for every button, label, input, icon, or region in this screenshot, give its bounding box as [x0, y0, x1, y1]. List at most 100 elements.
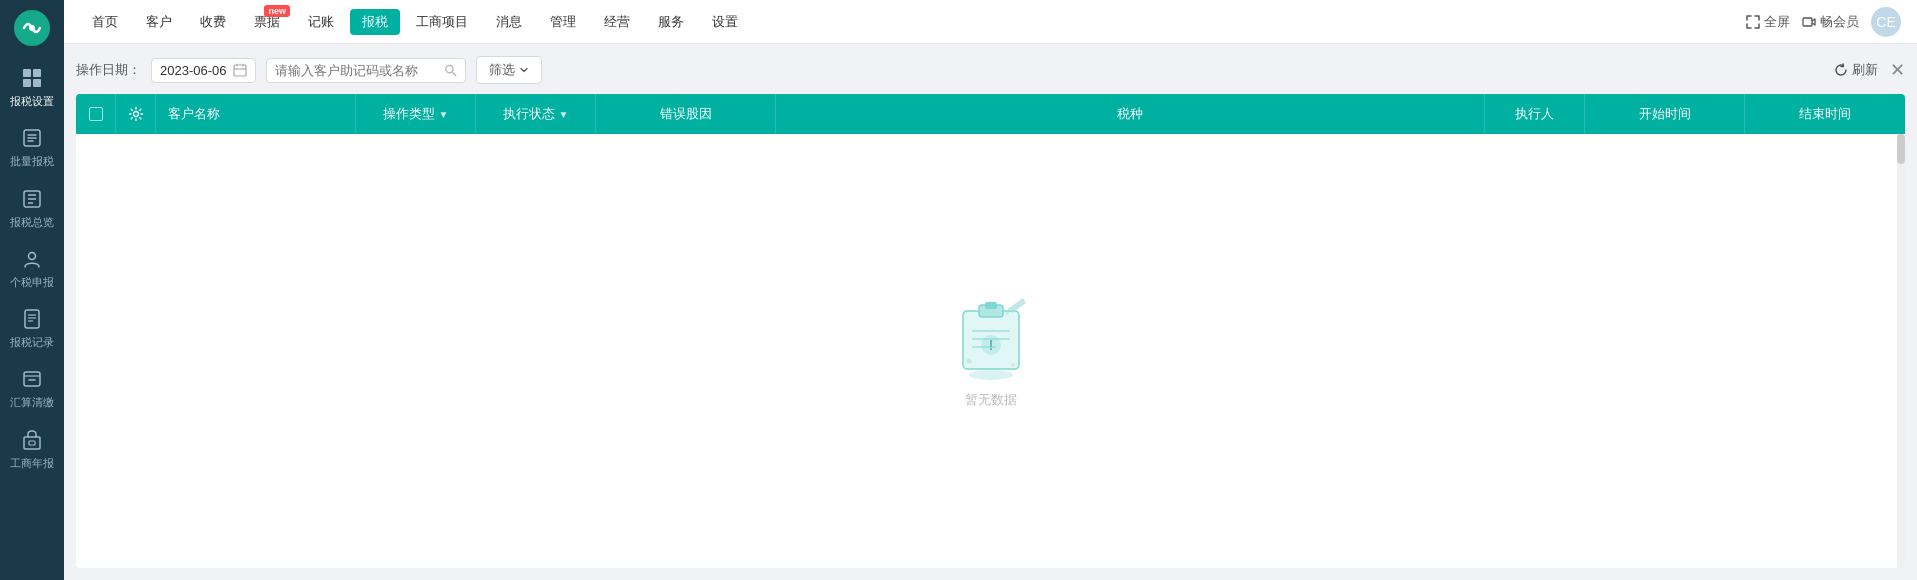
sort-icon: ▼ — [559, 109, 569, 120]
tax-overview-icon — [18, 185, 46, 213]
sort-icon: ▼ — [439, 109, 449, 120]
sidebar-item-label: 批量报税 — [10, 154, 54, 168]
settings-icon — [128, 106, 144, 122]
settlement-icon — [18, 365, 46, 393]
svg-rect-5 — [33, 79, 41, 87]
sidebar-item-label: 报税设置 — [10, 94, 54, 108]
svg-rect-3 — [33, 69, 41, 77]
nav-settings[interactable]: 设置 — [700, 9, 750, 35]
svg-rect-23 — [29, 441, 35, 445]
toolbar: 操作日期： 2023-06-06 筛选 — [76, 56, 1905, 84]
sidebar-item-label: 报税记录 — [10, 335, 54, 349]
sidebar-item-tax-settings[interactable]: 报税设置 — [0, 56, 64, 116]
fullscreen-button[interactable]: 全屏 — [1746, 13, 1790, 31]
user-avatar[interactable]: CE — [1871, 7, 1901, 37]
search-box[interactable] — [266, 58, 466, 83]
fullscreen-icon — [1746, 15, 1760, 29]
nav-right: 全屏 畅会员 CE — [1746, 7, 1901, 37]
sidebar-item-tax-overview[interactable]: 报税总览 — [0, 177, 64, 237]
nav-billing[interactable]: 收费 — [188, 9, 238, 35]
chevron-down-icon — [519, 65, 529, 75]
sidebar-item-label: 报税总览 — [10, 215, 54, 229]
svg-rect-25 — [234, 65, 246, 76]
sidebar-item-label: 工商年报 — [10, 456, 54, 470]
svg-point-31 — [133, 112, 138, 117]
svg-point-42 — [966, 359, 971, 364]
th-error-reason: 错误股因 — [596, 94, 776, 134]
annual-report-icon — [18, 426, 46, 454]
th-exec-status[interactable]: 执行状态 ▼ — [476, 94, 596, 134]
th-op-type[interactable]: 操作类型 ▼ — [356, 94, 476, 134]
nav-menu: 首页 客户 收费 票据 new 记账 报税 工商项目 消息 管理 经营 服务 设… — [80, 9, 1746, 35]
scroll-track[interactable] — [1897, 134, 1905, 568]
refresh-icon — [1834, 63, 1848, 77]
member-button[interactable]: 畅会员 — [1802, 13, 1859, 31]
close-button[interactable]: ✕ — [1890, 61, 1905, 79]
nav-business[interactable]: 工商项目 — [404, 9, 480, 35]
sidebar-item-annual-report[interactable]: 工商年报 — [0, 418, 64, 478]
th-executor: 执行人 — [1485, 94, 1585, 134]
nav-manage[interactable]: 管理 — [538, 9, 588, 35]
date-value: 2023-06-06 — [160, 63, 227, 78]
scroll-thumb[interactable] — [1897, 134, 1905, 164]
svg-rect-24 — [1803, 18, 1812, 26]
filter-button[interactable]: 筛选 — [476, 56, 542, 84]
empty-text: 暂无数据 — [965, 391, 1017, 409]
svg-point-29 — [446, 65, 453, 72]
th-customer: 客户名称 — [156, 94, 356, 134]
date-label: 操作日期： — [76, 61, 141, 79]
search-icon — [444, 63, 457, 77]
select-all-checkbox[interactable] — [89, 107, 103, 121]
sidebar-item-tax-records[interactable]: 报税记录 — [0, 297, 64, 357]
sidebar: 报税设置 批量报税 报税总览 — [0, 0, 64, 580]
svg-rect-4 — [23, 79, 31, 87]
svg-rect-22 — [24, 437, 40, 449]
video-icon — [1802, 15, 1816, 29]
calendar-icon — [233, 63, 247, 77]
th-tax-type: 税种 — [776, 94, 1485, 134]
main-area: 首页 客户 收费 票据 new 记账 报税 工商项目 消息 管理 经营 服务 设… — [64, 0, 1917, 580]
nav-home[interactable]: 首页 — [80, 9, 130, 35]
table-body: ! 暂无数据 — [76, 134, 1905, 568]
empty-illustration: ! 暂无数据 — [951, 293, 1031, 409]
sidebar-item-batch-tax[interactable]: 批量报税 — [0, 116, 64, 176]
sidebar-item-label: 汇算清缴 — [10, 395, 54, 409]
th-start-time: 开始时间 — [1585, 94, 1745, 134]
svg-point-14 — [29, 252, 36, 259]
tax-settings-icon — [18, 64, 46, 92]
toolbar-right: 刷新 ✕ — [1834, 61, 1905, 79]
svg-text:!: ! — [988, 337, 993, 353]
date-picker[interactable]: 2023-06-06 — [151, 58, 256, 83]
nav-tax[interactable]: 报税 — [350, 9, 400, 35]
sidebar-item-label: 个税申报 — [10, 275, 54, 289]
empty-state-icon: ! — [951, 293, 1031, 383]
sidebar-item-personal-tax[interactable]: 个税申报 — [0, 237, 64, 297]
table-container: 客户名称 操作类型 ▼ 执行状态 ▼ 错误股因 税种 执行人 — [76, 94, 1905, 568]
svg-point-32 — [969, 370, 1013, 380]
sidebar-item-settlement[interactable]: 汇算清缴 — [0, 357, 64, 417]
top-nav: 首页 客户 收费 票据 new 记账 报税 工商项目 消息 管理 经营 服务 设… — [64, 0, 1917, 44]
nav-service[interactable]: 服务 — [646, 9, 696, 35]
nav-invoice[interactable]: 票据 new — [242, 9, 292, 35]
content-area: 操作日期： 2023-06-06 筛选 — [64, 44, 1917, 580]
th-end-time: 结束时间 — [1745, 94, 1905, 134]
svg-rect-19 — [24, 372, 40, 386]
nav-customer[interactable]: 客户 — [134, 9, 184, 35]
refresh-button[interactable]: 刷新 — [1834, 61, 1878, 79]
table-header: 客户名称 操作类型 ▼ 执行状态 ▼ 错误股因 税种 执行人 — [76, 94, 1905, 134]
nav-message[interactable]: 消息 — [484, 9, 534, 35]
search-input[interactable] — [275, 63, 440, 78]
th-checkbox[interactable] — [76, 94, 116, 134]
app-logo[interactable] — [14, 10, 50, 46]
nav-operations[interactable]: 经营 — [592, 9, 642, 35]
svg-line-30 — [452, 72, 455, 75]
th-settings[interactable] — [116, 94, 156, 134]
svg-point-43 — [1011, 363, 1015, 367]
tax-records-icon — [18, 305, 46, 333]
svg-rect-15 — [25, 310, 39, 328]
svg-rect-2 — [23, 69, 31, 77]
batch-tax-icon — [18, 124, 46, 152]
svg-point-1 — [29, 25, 35, 31]
nav-accounting[interactable]: 记账 — [296, 9, 346, 35]
personal-tax-icon — [18, 245, 46, 273]
